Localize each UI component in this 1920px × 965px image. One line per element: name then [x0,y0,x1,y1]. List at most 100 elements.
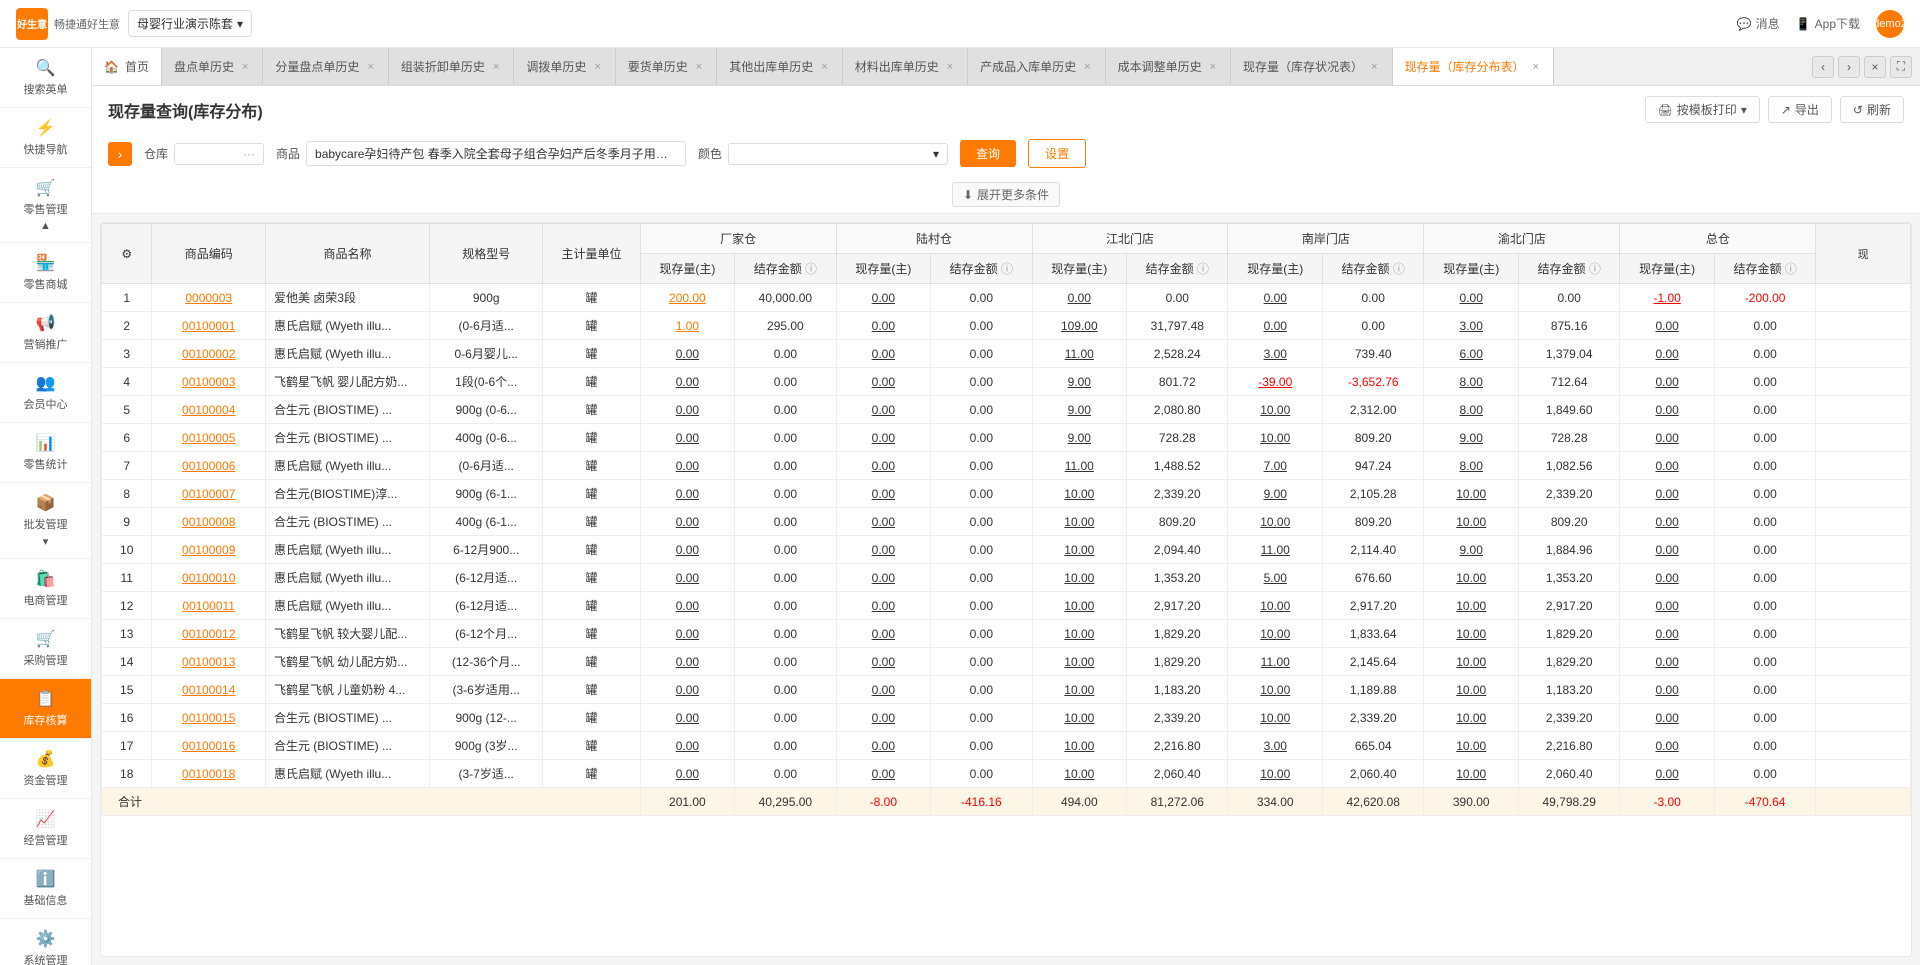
tab-close-material-out[interactable]: × [945,60,955,74]
cell-nanan-qty: 9.00 [1228,480,1323,508]
tab-next-button[interactable]: › [1838,56,1860,78]
cell-factory-qty: 0.00 [640,592,735,620]
collapse-search-button[interactable]: › [108,142,132,166]
tab-combo-disassemble[interactable]: 组装折卸单历史 × [389,48,514,85]
warehouse-field: 仓库 ··· [144,143,264,165]
cell-total-qty: 0.00 [1620,536,1715,564]
cell-nanan-qty: 10.00 [1228,592,1323,620]
cell-seq: 6 [102,424,152,452]
query-button[interactable]: 查询 [960,140,1016,167]
tab-finished-in[interactable]: 产成品入库单历史 × [968,48,1105,85]
cell-jiangbei-qty: 0.00 [1032,284,1127,312]
cell-seq: 15 [102,676,152,704]
shortcut-icon: ⚡ [36,118,56,138]
cell-yubei-amt: 1,082.56 [1519,452,1620,480]
cell-extra [1816,424,1911,452]
home-icon: 🏠 [104,60,119,74]
cell-nanan-amt: 2,060.40 [1323,760,1424,788]
cell-nanan-qty: 10.00 [1228,760,1323,788]
warehouse-dots[interactable]: ··· [243,147,255,161]
cell-jiangbei-qty: 9.00 [1032,396,1127,424]
cell-factory-qty: 0.00 [640,676,735,704]
expand-conditions-button[interactable]: ⬇ 展开更多条件 [952,182,1060,207]
cell-total-qty: 0.00 [1620,424,1715,452]
tab-stock-status[interactable]: 现存量（库存状况表） × [1231,48,1392,85]
cell-name: 飞鹤星飞帆 幼儿配方奶... [265,648,429,676]
export-button[interactable]: ↗ 导出 [1768,96,1832,123]
sidebar-item-ops-mgmt[interactable]: 📈 经营管理 [0,799,91,859]
refresh-button[interactable]: ↺ 刷新 [1840,96,1904,123]
logo-text: 畅捷通好生意 [54,16,120,32]
setting-button[interactable]: 设置 [1028,139,1086,168]
cell-code: 00100004 [152,396,266,424]
cell-jiangbei-amt: 2,216.80 [1127,732,1228,760]
th-code: 商品编码 [152,224,266,284]
table-row: 18 00100018 惠氏启赋 (Wyeth illu... (3-7岁适..… [102,760,1911,788]
tab-other-out[interactable]: 其他出库单历史 × [717,48,842,85]
tab-stock-dist[interactable]: 现存量（库存分布表） × [1393,48,1554,85]
tab-close-purchase-order[interactable]: × [694,60,704,74]
sidebar-item-member[interactable]: 👥 会员中心 [0,363,91,423]
cell-unit: 罐 [543,564,640,592]
cell-extra [1816,732,1911,760]
tab-close-all-button[interactable]: × [1864,56,1886,78]
tab-close-combo[interactable]: × [491,60,501,74]
sidebar-item-shortcut[interactable]: ⚡ 快捷导航 [0,108,91,168]
cell-nanan-qty: 10.00 [1228,676,1323,704]
cell-lu-qty: 0.00 [836,284,931,312]
cell-factory-amt: 0.00 [735,480,836,508]
sidebar-item-stock-check[interactable]: 📋 库存核算 [0,679,91,739]
tab-inventory-list[interactable]: 盘点单历史 × [162,48,263,85]
cell-jiangbei-amt: 2,528.24 [1127,340,1228,368]
sidebar-item-wholesale[interactable]: 📦 批发管理 ▾ [0,483,91,559]
tab-close-transfer[interactable]: × [592,60,602,74]
tab-cost-adjust[interactable]: 成本调整单历史 × [1106,48,1231,85]
tab-close-stock-status[interactable]: × [1369,60,1379,74]
sidebar-item-retail-stats[interactable]: 📊 零售统计 [0,423,91,483]
color-select[interactable]: ▾ [728,143,948,165]
search-bar: › 仓库 ··· 商品 babycare孕妇待产包 春季入院全套母子组合孕妇产后… [108,131,1904,176]
warehouse-input-wrapper: ··· [174,143,264,165]
sidebar-item-ecommerce[interactable]: 🛍️ 电商管理 [0,559,91,619]
tab-purchase-order[interactable]: 要货单历史 × [616,48,717,85]
tab-split-inventory[interactable]: 分量盘点单历史 × [263,48,388,85]
cell-nanan-amt: 0.00 [1323,312,1424,340]
sidebar-item-purchase[interactable]: 🛒 采购管理 [0,619,91,679]
th-gear[interactable]: ⚙ [102,224,152,284]
cell-factory-qty: 1.00 [640,312,735,340]
cell-total-qty: 0.00 [1620,620,1715,648]
print-icon: 🖨 [1658,103,1673,117]
tab-transfer[interactable]: 调拨单历史 × [514,48,615,85]
cell-total-qty: -1.00 [1620,284,1715,312]
sidebar-item-marketing[interactable]: 📢 营销推广 [0,303,91,363]
user-profile[interactable]: demo2 [1876,10,1904,38]
cell-yubei-amt: 712.64 [1519,368,1620,396]
sidebar-item-retail-mall[interactable]: 🏪 零售商城 [0,243,91,303]
tab-close-finished-in[interactable]: × [1082,60,1092,74]
store-selector[interactable]: 母婴行业演示陈套 ▾ [128,10,252,37]
sidebar-item-search[interactable]: 🔍 搜索英单 [0,48,91,108]
app-download-button[interactable]: 📱 App下载 [1796,15,1860,32]
tab-close-inventory-list[interactable]: × [240,60,250,74]
tab-close-cost-adjust[interactable]: × [1208,60,1218,74]
tab-prev-button[interactable]: ‹ [1812,56,1834,78]
sidebar-item-label: 零售管理 [24,201,68,217]
tab-expand-button[interactable]: ⛶ [1890,56,1912,78]
tab-close-other-out[interactable]: × [819,60,829,74]
print-button[interactable]: 🖨 按模板打印 ▾ [1645,96,1760,123]
messages-button[interactable]: 💬 消息 [1737,15,1780,32]
sidebar-item-basic-info[interactable]: ℹ️ 基础信息 [0,859,91,919]
sidebar-item-finance[interactable]: 💰 资金管理 [0,739,91,799]
cell-unit: 罐 [543,480,640,508]
warehouse-input[interactable] [183,147,243,161]
cell-total-qty: 0.00 [1620,312,1715,340]
tab-close-split-inventory[interactable]: × [365,60,375,74]
goods-input[interactable]: babycare孕妇待产包 春季入院全套母子组合孕妇产后冬季月子用品 22件套 … [306,141,686,166]
sidebar-item-sys-mgmt[interactable]: ⚙️ 系统管理 [0,919,91,965]
tab-material-out[interactable]: 材料出库单历史 × [843,48,968,85]
cell-nanan-qty: 5.00 [1228,564,1323,592]
sidebar-item-retail-mgmt[interactable]: 🛒 零售管理 ▲ [0,168,91,243]
cell-unit: 罐 [543,508,640,536]
tab-home[interactable]: 🏠 首页 [92,48,162,85]
tab-close-stock-dist[interactable]: × [1531,60,1541,74]
